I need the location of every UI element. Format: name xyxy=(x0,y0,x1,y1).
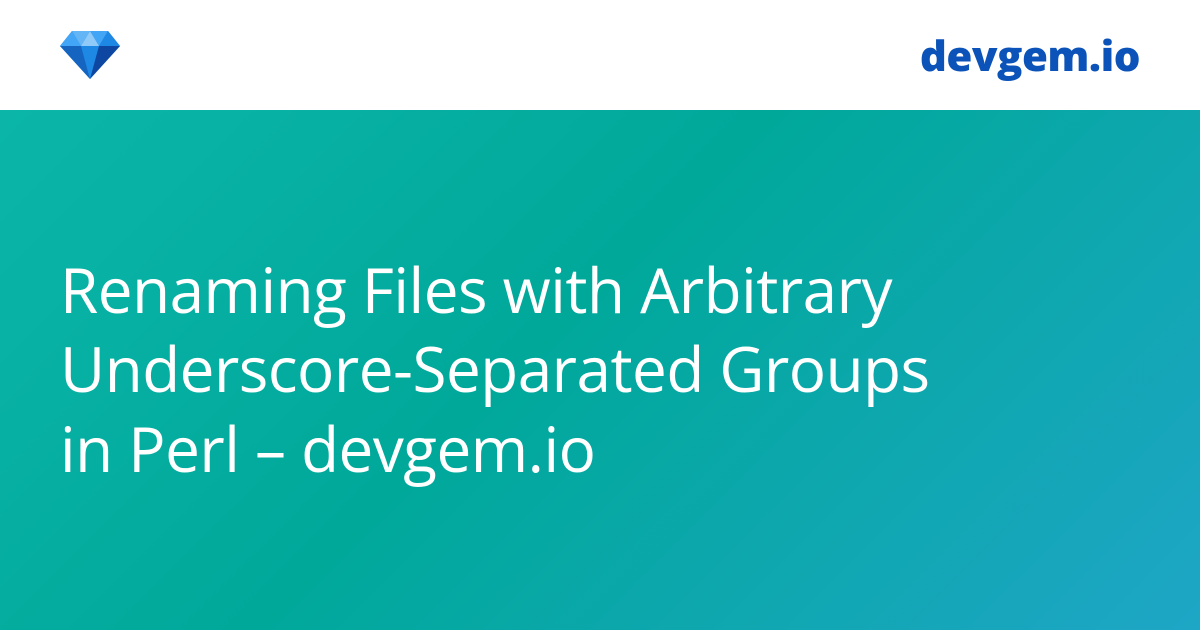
site-logo[interactable] xyxy=(60,31,120,79)
gem-icon xyxy=(60,31,120,79)
hero-panel: Renaming Files with Arbitrary Underscore… xyxy=(0,110,1200,630)
header-bar: devgem.io xyxy=(0,0,1200,110)
brand-text[interactable]: devgem.io xyxy=(920,27,1140,84)
page-title: Renaming Files with Arbitrary Underscore… xyxy=(60,251,980,489)
